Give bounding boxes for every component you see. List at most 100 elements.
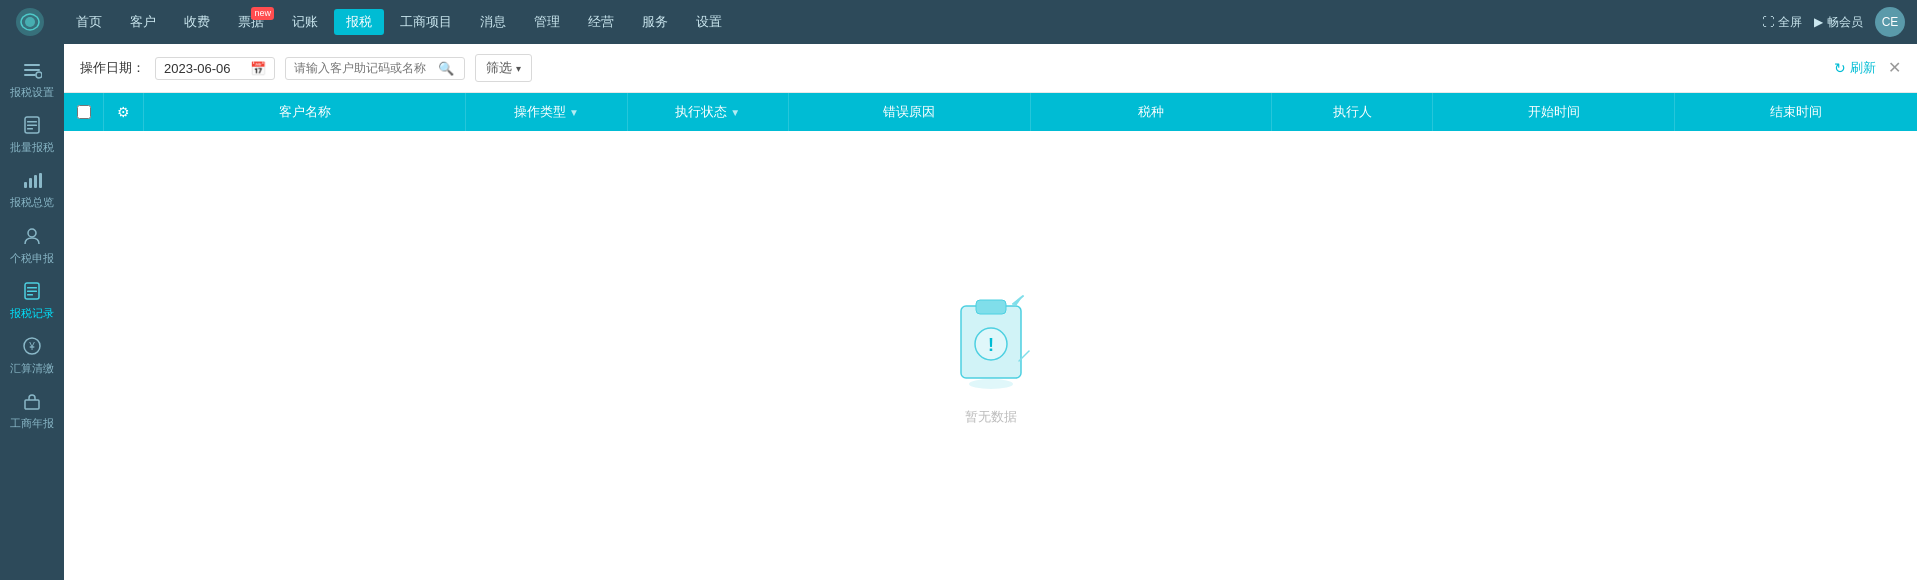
svg-point-5 [36, 72, 42, 78]
th-op-type[interactable]: 操作类型 ▼ [466, 93, 627, 131]
top-nav-right: ⛶ 全屏 ▶ 畅会员 CE [1762, 7, 1905, 37]
th-status-label: 执行状态 [675, 103, 727, 121]
svg-text:¥: ¥ [28, 341, 35, 352]
nav-item-收费[interactable]: 收费 [172, 9, 222, 35]
refresh-label: 刷新 [1850, 59, 1876, 77]
refresh-icon: ↻ [1834, 60, 1846, 76]
sidebar-item-annual-report[interactable]: 工商年报 [0, 383, 64, 438]
sidebar-item-label-settlement: 汇算清缴 [10, 362, 54, 375]
toolbar-right: ↻ 刷新 ✕ [1834, 59, 1901, 77]
avatar-text: CE [1882, 15, 1899, 29]
svg-rect-13 [39, 173, 42, 188]
nav-item-设置[interactable]: 设置 [684, 9, 734, 35]
th-name: 客户名称 [144, 93, 466, 131]
main-layout: 报税设置批量报税报税总览个税申报报税记录 ¥ 汇算清缴工商年报 操作日期： 📅 🔍 … [0, 44, 1917, 580]
nav-item-报税[interactable]: 报税 [334, 9, 384, 35]
close-button[interactable]: ✕ [1888, 60, 1901, 76]
svg-marker-29 [1013, 296, 1023, 306]
sidebar-item-label-annual-report: 工商年报 [10, 417, 54, 430]
tax-record-icon [22, 281, 42, 304]
nav-item-消息[interactable]: 消息 [468, 9, 518, 35]
sidebar-item-batch-tax[interactable]: 批量报税 [0, 107, 64, 162]
fullscreen-button[interactable]: ⛶ 全屏 [1762, 14, 1802, 31]
batch-tax-icon [22, 115, 42, 138]
svg-point-14 [28, 229, 36, 237]
sidebar-item-tax-settings[interactable]: 报税设置 [0, 52, 64, 107]
svg-point-1 [25, 17, 35, 27]
tax-overview-icon [22, 170, 42, 193]
sidebar-item-tax-overview[interactable]: 报税总览 [0, 162, 64, 217]
svg-rect-12 [34, 175, 37, 188]
svg-rect-11 [29, 178, 32, 188]
search-input[interactable] [294, 61, 434, 75]
th-end-time-label: 结束时间 [1770, 103, 1822, 121]
svg-rect-9 [27, 128, 33, 130]
svg-text:!: ! [988, 335, 994, 355]
member-button[interactable]: ▶ 畅会员 [1814, 14, 1863, 31]
th-error-reason: 错误原因 [789, 93, 1031, 131]
nav-item-服务[interactable]: 服务 [630, 9, 680, 35]
th-status[interactable]: 执行状态 ▼ [628, 93, 789, 131]
th-start-time-label: 开始时间 [1528, 103, 1580, 121]
search-box[interactable]: 🔍 [285, 57, 465, 80]
personal-tax-icon [22, 226, 42, 249]
empty-state: ! 暂无数据 [64, 131, 1917, 580]
th-op-type-label: 操作类型 [514, 103, 566, 121]
nav-badge-票据: new [251, 7, 274, 20]
avatar[interactable]: CE [1875, 7, 1905, 37]
svg-rect-8 [27, 125, 37, 127]
refresh-button[interactable]: ↻ 刷新 [1834, 59, 1876, 77]
th-name-label: 客户名称 [279, 103, 331, 121]
sidebar-item-tax-record[interactable]: 报税记录 [0, 273, 64, 328]
search-icon: 🔍 [438, 61, 454, 76]
svg-rect-10 [24, 182, 27, 188]
sidebar-item-label-tax-settings: 报税设置 [10, 86, 54, 99]
date-label: 操作日期： [80, 59, 145, 77]
svg-rect-24 [976, 300, 1006, 314]
settings-icon: ⚙ [117, 104, 130, 120]
svg-rect-7 [27, 121, 37, 123]
svg-rect-3 [24, 69, 40, 71]
sidebar-item-label-batch-tax: 批量报税 [10, 141, 54, 154]
date-input[interactable] [164, 61, 244, 76]
nav-item-首页[interactable]: 首页 [64, 9, 114, 35]
th-tax-type: 税种 [1031, 93, 1273, 131]
nav-item-记账[interactable]: 记账 [280, 9, 330, 35]
play-icon: ▶ [1814, 15, 1823, 29]
th-executor-label: 执行人 [1333, 103, 1372, 121]
annual-report-icon [22, 391, 42, 414]
settlement-icon: ¥ [22, 336, 42, 359]
th-executor: 执行人 [1272, 93, 1433, 131]
th-checkbox[interactable] [64, 93, 104, 131]
member-label: 畅会员 [1827, 14, 1863, 31]
sidebar-item-settlement[interactable]: ¥ 汇算清缴 [0, 328, 64, 383]
fullscreen-label: 全屏 [1778, 14, 1802, 31]
svg-point-31 [969, 379, 1013, 389]
svg-rect-18 [27, 294, 33, 296]
filter-label: 筛选 [486, 59, 512, 77]
nav-item-工商项目[interactable]: 工商项目 [388, 9, 464, 35]
filter-button[interactable]: 筛选 ▾ [475, 54, 532, 82]
th-tax-type-label: 税种 [1138, 103, 1164, 121]
nav-item-管理[interactable]: 管理 [522, 9, 572, 35]
table-header: ⚙ 客户名称 操作类型 ▼ 执行状态 ▼ 错误原因 税种 [64, 93, 1917, 131]
tax-settings-icon [22, 60, 42, 83]
sidebar-item-label-tax-overview: 报税总览 [10, 196, 54, 209]
svg-rect-16 [27, 287, 37, 289]
nav-item-票据[interactable]: 票据new [226, 9, 276, 35]
th-settings: ⚙ [104, 93, 144, 131]
empty-illustration: ! [941, 286, 1041, 396]
th-start-time: 开始时间 [1433, 93, 1675, 131]
app-logo [12, 4, 48, 40]
nav-item-客户[interactable]: 客户 [118, 9, 168, 35]
sidebar: 报税设置批量报税报税总览个税申报报税记录 ¥ 汇算清缴工商年报 [0, 44, 64, 580]
select-all-checkbox[interactable] [77, 105, 91, 119]
sidebar-item-personal-tax[interactable]: 个税申报 [0, 218, 64, 273]
th-end-time: 结束时间 [1675, 93, 1917, 131]
toolbar: 操作日期： 📅 🔍 筛选 ▾ ↻ 刷新 ✕ [64, 44, 1917, 93]
content-area: 操作日期： 📅 🔍 筛选 ▾ ↻ 刷新 ✕ [64, 44, 1917, 580]
sidebar-item-label-tax-record: 报税记录 [10, 307, 54, 320]
fullscreen-icon: ⛶ [1762, 15, 1774, 29]
nav-item-经营[interactable]: 经营 [576, 9, 626, 35]
date-picker[interactable]: 📅 [155, 57, 275, 80]
